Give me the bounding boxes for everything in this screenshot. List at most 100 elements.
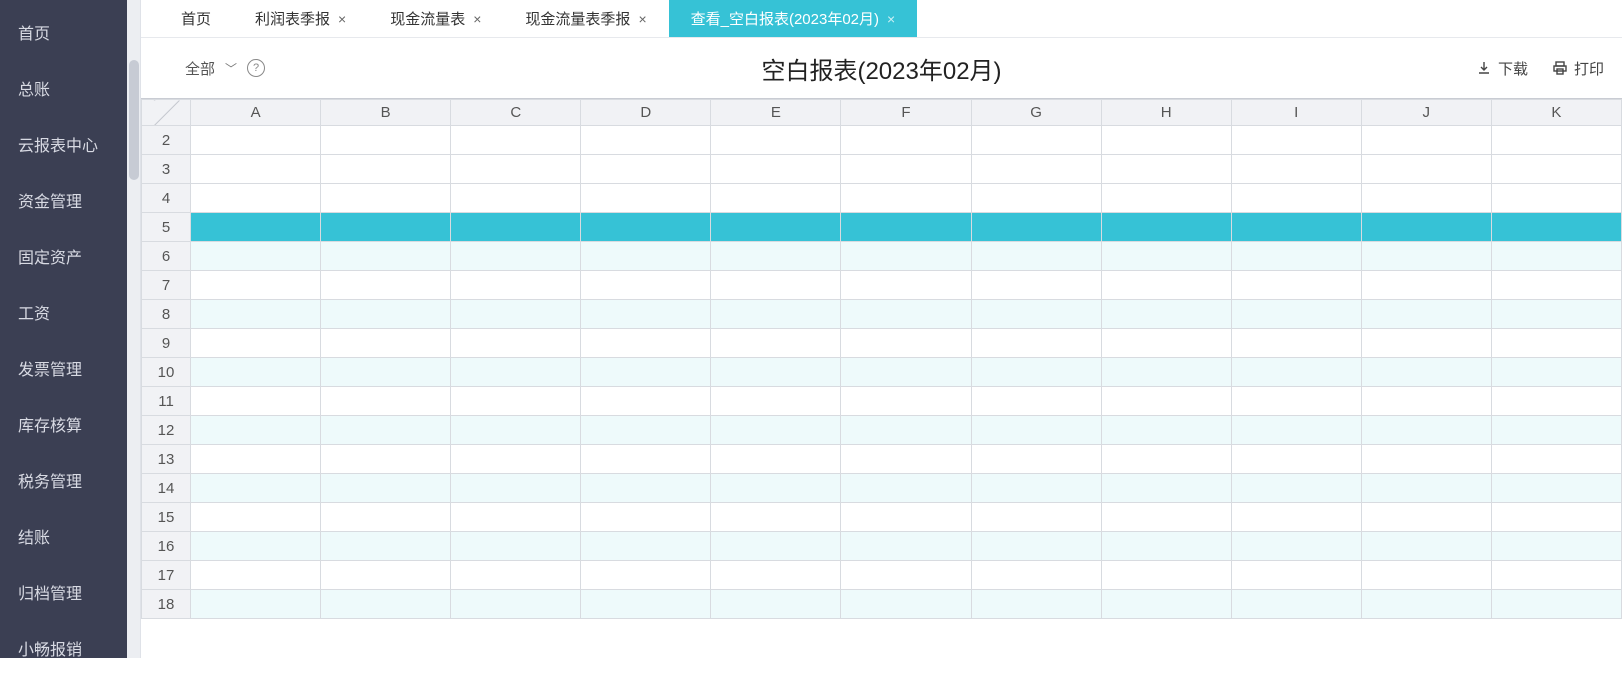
cell[interactable] [1361, 184, 1491, 213]
cell[interactable] [1231, 445, 1361, 474]
cell[interactable] [321, 445, 451, 474]
cell[interactable] [1231, 155, 1361, 184]
cell[interactable] [971, 590, 1101, 619]
cell[interactable] [841, 126, 971, 155]
cell[interactable] [841, 329, 971, 358]
spreadsheet[interactable]: A B C D E F G H I J K 234567891011121314… [141, 98, 1622, 658]
cell[interactable] [971, 242, 1101, 271]
cell[interactable] [321, 561, 451, 590]
sidebar-item-salary[interactable]: 工资 [0, 284, 127, 340]
cell[interactable] [841, 532, 971, 561]
row-header[interactable]: 5 [142, 213, 191, 242]
cell[interactable] [1231, 561, 1361, 590]
cell[interactable] [1361, 213, 1491, 242]
cell[interactable] [1101, 503, 1231, 532]
cell[interactable] [1231, 126, 1361, 155]
cell[interactable] [841, 358, 971, 387]
cell[interactable] [581, 242, 711, 271]
cell[interactable] [191, 416, 321, 445]
cell[interactable] [1231, 503, 1361, 532]
cell[interactable] [321, 271, 451, 300]
cell[interactable] [1361, 532, 1491, 561]
cell[interactable] [1361, 358, 1491, 387]
cell[interactable] [711, 532, 841, 561]
cell[interactable] [1361, 329, 1491, 358]
cell[interactable] [451, 358, 581, 387]
row-header[interactable]: 6 [142, 242, 191, 271]
sidebar-item-home[interactable]: 首页 [0, 4, 127, 60]
cell[interactable] [711, 561, 841, 590]
row-header[interactable]: 12 [142, 416, 191, 445]
column-header[interactable]: G [971, 100, 1101, 126]
cell[interactable] [1361, 503, 1491, 532]
cell[interactable] [581, 329, 711, 358]
cell[interactable] [1361, 445, 1491, 474]
cell[interactable] [1101, 329, 1231, 358]
cell[interactable] [1231, 271, 1361, 300]
column-header[interactable]: B [321, 100, 451, 126]
cell[interactable] [1231, 184, 1361, 213]
cell[interactable] [321, 416, 451, 445]
cell[interactable] [1361, 271, 1491, 300]
sidebar-scrollbar-thumb[interactable] [129, 60, 139, 180]
cell[interactable] [191, 561, 321, 590]
cell[interactable] [1231, 532, 1361, 561]
cell[interactable] [191, 126, 321, 155]
row-header[interactable]: 14 [142, 474, 191, 503]
print-button[interactable]: 打印 [1552, 58, 1604, 79]
cell[interactable] [321, 387, 451, 416]
cell[interactable] [711, 213, 841, 242]
cell[interactable] [451, 416, 581, 445]
cell[interactable] [1361, 590, 1491, 619]
sidebar-item-assets[interactable]: 固定资产 [0, 228, 127, 284]
cell[interactable] [971, 184, 1101, 213]
row-header[interactable]: 16 [142, 532, 191, 561]
cell[interactable] [711, 474, 841, 503]
cell[interactable] [971, 532, 1101, 561]
cell[interactable] [1491, 445, 1621, 474]
cell[interactable] [581, 416, 711, 445]
cell[interactable] [1491, 242, 1621, 271]
cell[interactable] [971, 213, 1101, 242]
cell[interactable] [971, 155, 1101, 184]
cell[interactable] [1491, 155, 1621, 184]
cell[interactable] [841, 213, 971, 242]
cell[interactable] [581, 126, 711, 155]
cell[interactable] [1361, 561, 1491, 590]
cell[interactable] [451, 242, 581, 271]
column-header[interactable]: F [841, 100, 971, 126]
cell[interactable] [581, 300, 711, 329]
cell[interactable] [971, 126, 1101, 155]
cell[interactable] [841, 445, 971, 474]
sidebar-item-inventory[interactable]: 库存核算 [0, 396, 127, 452]
row-header[interactable]: 13 [142, 445, 191, 474]
column-header[interactable]: C [451, 100, 581, 126]
cell[interactable] [971, 445, 1101, 474]
cell[interactable] [321, 590, 451, 619]
cell[interactable] [711, 300, 841, 329]
sidebar-item-reports[interactable]: 云报表中心 [0, 116, 127, 172]
column-header[interactable]: E [711, 100, 841, 126]
column-header[interactable]: I [1231, 100, 1361, 126]
cell[interactable] [1231, 387, 1361, 416]
cell[interactable] [191, 329, 321, 358]
cell[interactable] [191, 358, 321, 387]
cell[interactable] [451, 155, 581, 184]
cell[interactable] [321, 126, 451, 155]
cell[interactable] [581, 271, 711, 300]
close-icon[interactable]: × [887, 11, 895, 27]
cell[interactable] [1101, 126, 1231, 155]
cell[interactable] [1231, 358, 1361, 387]
cell[interactable] [841, 416, 971, 445]
cell[interactable] [581, 213, 711, 242]
cell[interactable] [1491, 300, 1621, 329]
cell[interactable] [191, 300, 321, 329]
cell[interactable] [191, 213, 321, 242]
cell[interactable] [451, 474, 581, 503]
cell[interactable] [711, 590, 841, 619]
column-header[interactable]: H [1101, 100, 1231, 126]
cell[interactable] [1491, 474, 1621, 503]
tab-home[interactable]: 首页 [159, 0, 233, 37]
cell[interactable] [191, 474, 321, 503]
cell[interactable] [1101, 242, 1231, 271]
